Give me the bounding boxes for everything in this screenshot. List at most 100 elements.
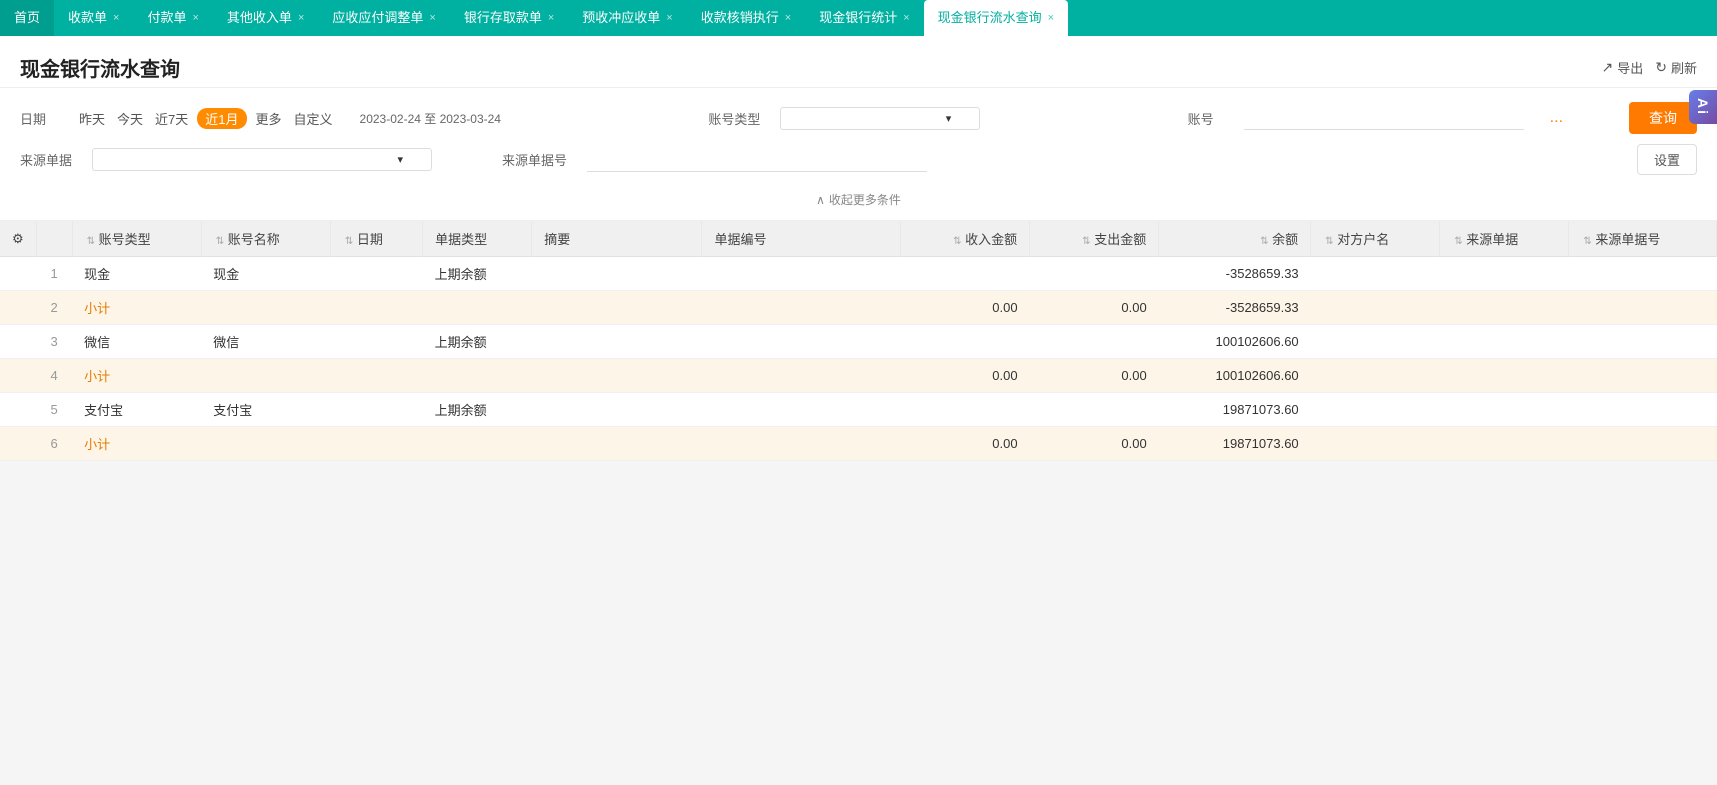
date-shortcut-custom[interactable]: 自定义 xyxy=(291,108,336,129)
cell-income xyxy=(901,257,1030,291)
refresh-label: 刷新 xyxy=(1671,58,1697,77)
date-shortcut-more[interactable]: 更多 xyxy=(253,108,285,129)
cell-gear xyxy=(0,257,36,291)
sort-icon-counterparty: ⇅ xyxy=(1325,236,1333,247)
date-shortcuts: 昨天 今天 近7天 近1月 更多 自定义 xyxy=(76,108,336,129)
account-type-label: 账号类型 xyxy=(708,109,760,128)
cell-gear xyxy=(0,359,36,393)
top-navigation: 首页 收款单 × 付款单 × 其他收入单 × 应收应付调整单 × 银行存取款单 … xyxy=(0,0,1717,36)
cell-date xyxy=(330,325,422,359)
cell-account-type: 现金 xyxy=(72,257,201,291)
cell-account-name xyxy=(201,359,330,393)
cell-summary xyxy=(532,257,702,291)
column-source-doc[interactable]: ⇅ 来源单据 xyxy=(1440,221,1569,257)
column-counterparty[interactable]: ⇅ 对方户名 xyxy=(1311,221,1440,257)
column-expense[interactable]: ⇅ 支出金额 xyxy=(1030,221,1159,257)
nav-item-other-income[interactable]: 其他收入单 × xyxy=(213,0,318,36)
table-row: 2小计0.000.00-3528659.33 xyxy=(0,291,1717,325)
nav-label-home: 首页 xyxy=(14,0,40,36)
refresh-icon: ↻ xyxy=(1655,59,1667,76)
sort-icon-source-doc-no: ⇅ xyxy=(1583,236,1591,247)
column-source-doc-no[interactable]: ⇅ 来源单据号 xyxy=(1569,221,1717,257)
table-row: 1现金现金上期余额-3528659.33 xyxy=(0,257,1717,291)
cell-expense xyxy=(1030,257,1159,291)
source-doc-select[interactable]: ▾ xyxy=(92,148,432,171)
cell-counterparty xyxy=(1311,325,1440,359)
nav-item-receipt-verify[interactable]: 收款核销执行 × xyxy=(687,0,805,36)
export-label: 导出 xyxy=(1617,58,1643,77)
date-shortcut-last7[interactable]: 近7天 xyxy=(152,108,191,129)
column-summary: 摘要 xyxy=(532,221,702,257)
column-gear[interactable]: ⚙ xyxy=(0,221,36,257)
nav-item-ar-ap-adjust[interactable]: 应收应付调整单 × xyxy=(318,0,449,36)
nav-close-advance-offset[interactable]: × xyxy=(666,0,672,36)
nav-close-receipt-verify[interactable]: × xyxy=(785,0,791,36)
cell-doc-no xyxy=(702,359,901,393)
table-row: 5支付宝支付宝上期余额19871073.60 xyxy=(0,393,1717,427)
cell-doc-type: 上期余额 xyxy=(423,325,532,359)
account-input[interactable] xyxy=(1244,106,1524,130)
cell-doc-no xyxy=(702,291,901,325)
cell-balance: -3528659.33 xyxy=(1159,257,1311,291)
ai-badge[interactable]: Ai xyxy=(1689,90,1717,124)
nav-item-cash-bank-stat[interactable]: 现金银行统计 × xyxy=(805,0,923,36)
account-ellipsis-button[interactable]: ... xyxy=(1544,109,1569,127)
date-shortcut-yesterday[interactable]: 昨天 xyxy=(76,108,108,129)
cell-account-type: 微信 xyxy=(72,325,201,359)
sort-icon-date: ⇅ xyxy=(345,236,353,247)
cell-expense: 0.00 xyxy=(1030,427,1159,461)
nav-label-payment: 付款单 xyxy=(147,0,186,36)
nav-item-advance-offset[interactable]: 预收冲应收单 × xyxy=(568,0,686,36)
settings-button[interactable]: 设置 xyxy=(1637,144,1697,175)
query-button[interactable]: 查询 xyxy=(1629,102,1697,134)
nav-item-receipt[interactable]: 收款单 × xyxy=(54,0,133,36)
nav-close-receipt[interactable]: × xyxy=(113,0,119,36)
cell-doc-no xyxy=(702,427,901,461)
nav-close-bank-deposit[interactable]: × xyxy=(548,0,554,36)
column-account-name[interactable]: ⇅ 账号名称 xyxy=(201,221,330,257)
nav-close-other-income[interactable]: × xyxy=(298,0,304,36)
table-body: 1现金现金上期余额-3528659.332小计0.000.00-3528659.… xyxy=(0,257,1717,461)
cell-date xyxy=(330,393,422,427)
date-shortcut-today[interactable]: 今天 xyxy=(114,108,146,129)
source-doc-chevron-icon: ▾ xyxy=(397,153,403,166)
column-account-type[interactable]: ⇅ 账号类型 xyxy=(72,221,201,257)
cell-counterparty xyxy=(1311,393,1440,427)
source-doc-no-input[interactable] xyxy=(587,148,927,172)
cell-balance: 100102606.60 xyxy=(1159,359,1311,393)
nav-close-cash-bank-stat[interactable]: × xyxy=(903,0,909,36)
nav-close-payment[interactable]: × xyxy=(192,0,198,36)
cell-summary xyxy=(532,359,702,393)
nav-item-payment[interactable]: 付款单 × xyxy=(133,0,212,36)
column-date[interactable]: ⇅ 日期 xyxy=(330,221,422,257)
table-header-row: ⚙ ⇅ 账号类型 ⇅ 账号名称 ⇅ 日期 单据类型 xyxy=(0,221,1717,257)
nav-item-bank-deposit[interactable]: 银行存取款单 × xyxy=(450,0,568,36)
cell-account-type: 小计 xyxy=(72,291,201,325)
refresh-button[interactable]: ↻ 刷新 xyxy=(1655,58,1697,77)
account-type-chevron-icon: ▾ xyxy=(946,112,952,125)
column-income[interactable]: ⇅ 收入金额 xyxy=(901,221,1030,257)
nav-item-home[interactable]: 首页 xyxy=(0,0,54,36)
cell-account-name: 现金 xyxy=(201,257,330,291)
collapse-label: 收起更多条件 xyxy=(829,191,901,208)
source-doc-no-label: 来源单据号 xyxy=(502,150,567,169)
collapse-filter-button[interactable]: ∧ 收起更多条件 xyxy=(20,185,1697,210)
nav-close-cash-bank-flow[interactable]: × xyxy=(1048,0,1054,36)
table-row: 6小计0.000.0019871073.60 xyxy=(0,427,1717,461)
table-row: 4小计0.000.00100102606.60 xyxy=(0,359,1717,393)
export-button[interactable]: ↗ 导出 xyxy=(1602,58,1644,77)
filter-row-2: 来源单据 ▾ 来源单据号 设置 xyxy=(20,144,1697,175)
nav-label-bank-deposit: 银行存取款单 xyxy=(464,0,542,36)
cell-income: 0.00 xyxy=(901,427,1030,461)
page-title: 现金银行流水查询 xyxy=(20,53,180,82)
cell-source-doc xyxy=(1440,427,1569,461)
nav-item-cash-bank-flow[interactable]: 现金银行流水查询 × xyxy=(924,0,1068,36)
date-shortcut-last1m[interactable]: 近1月 xyxy=(197,108,246,129)
cell-summary xyxy=(532,325,702,359)
sort-icon-balance: ⇅ xyxy=(1260,236,1268,247)
export-icon: ↗ xyxy=(1602,59,1614,76)
column-balance[interactable]: ⇅ 余额 xyxy=(1159,221,1311,257)
nav-close-ar-ap-adjust[interactable]: × xyxy=(429,0,435,36)
cell-source-doc xyxy=(1440,291,1569,325)
account-type-select[interactable]: ▾ xyxy=(780,107,980,130)
